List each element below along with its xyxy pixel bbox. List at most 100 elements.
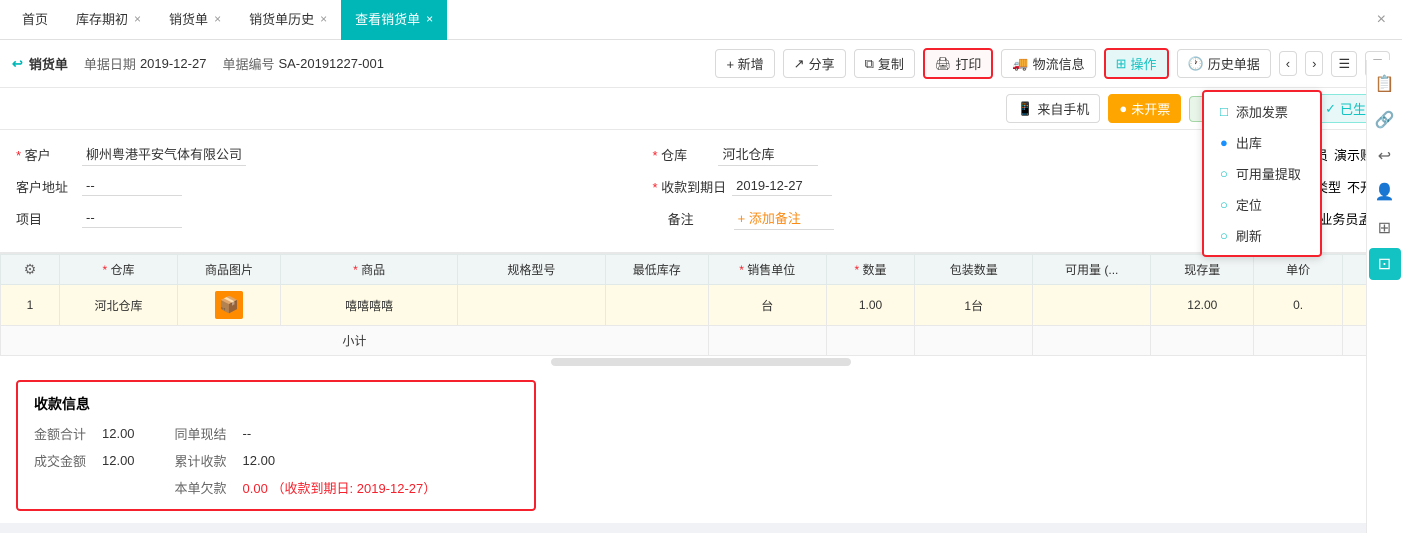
not-open-ticket-label: 未开票	[1131, 99, 1170, 118]
project-label: 项目	[16, 209, 76, 228]
owed-value: 0.00 （收款到期日: 2019-12-27）	[243, 478, 437, 497]
settings-gear-icon[interactable]: ⚙	[24, 261, 37, 277]
history-button[interactable]: 🕐 历史单据	[1177, 49, 1271, 78]
dropdown-refresh[interactable]: ○ 刷新	[1204, 220, 1320, 251]
tab-sales-order-close[interactable]: ×	[214, 12, 221, 26]
address-field: 客户地址 --	[16, 176, 652, 196]
dropdown-add-invoice[interactable]: □ 添加发票	[1204, 96, 1320, 127]
salesperson-label: 业务员孟	[1319, 209, 1371, 228]
operation-label: 操作	[1131, 54, 1157, 73]
subtotal-price	[1254, 326, 1342, 356]
prev-button[interactable]: ‹	[1279, 51, 1297, 76]
print-label: 打印	[955, 54, 981, 73]
row-price: 0.	[1254, 285, 1342, 326]
subtotal-stock	[1151, 326, 1254, 356]
project-value[interactable]: --	[82, 208, 182, 228]
tab-inventory-init[interactable]: 库存期初 ×	[62, 0, 155, 40]
tab-view-sales[interactable]: 查看销货单 ×	[341, 0, 447, 40]
warehouse-value[interactable]: 河北仓库	[718, 142, 818, 166]
data-table: ⚙ 仓库 商品图片 商品 规格型号 最低库存 销售单位 数量 包装数量 可用量 …	[0, 254, 1402, 356]
customer-value[interactable]: 柳州粤港平安气体有限公司	[82, 142, 246, 166]
right-panel-btn-4[interactable]: 👤	[1369, 176, 1401, 208]
tab-bar-close-icon[interactable]: ×	[1369, 11, 1394, 29]
next-button[interactable]: ›	[1305, 51, 1323, 76]
logistics-button[interactable]: 🚚 物流信息	[1001, 49, 1095, 78]
outbound-icon: ●	[1220, 135, 1228, 150]
new-button[interactable]: + 新增	[715, 49, 774, 78]
dropdown-locate[interactable]: ○ 定位	[1204, 189, 1320, 220]
share-button[interactable]: ↗ 分享	[783, 49, 846, 78]
tab-home[interactable]: 首页	[8, 0, 62, 40]
doc-meta: 单据日期 2019-12-27 单据编号 SA-20191227-001	[84, 54, 384, 73]
col-product: 商品	[281, 255, 458, 285]
payment-info-title: 收款信息	[34, 394, 518, 414]
operations-dropdown: □ 添加发票 ● 出库 ○ 可用量提取 ○ 定位 ○ 刷新	[1202, 90, 1322, 257]
available-extract-icon: ○	[1220, 166, 1228, 181]
col-image: 商品图片	[177, 255, 280, 285]
not-open-ticket-icon: ●	[1119, 101, 1127, 116]
list-view-button[interactable]: ☰	[1331, 51, 1357, 77]
add-note-btn[interactable]: + 添加备注	[734, 206, 834, 230]
dropdown-available-extract[interactable]: ○ 可用量提取	[1204, 158, 1320, 189]
dropdown-outbound[interactable]: ● 出库	[1204, 127, 1320, 158]
col-unit: 销售单位	[708, 255, 826, 285]
not-open-ticket-button[interactable]: ● 未开票	[1108, 94, 1181, 123]
doc-date-field: 单据日期 2019-12-27	[84, 54, 207, 73]
tab-sales-order-history-close[interactable]: ×	[320, 12, 327, 26]
phone-icon: 📱	[1017, 101, 1033, 117]
right-panel-btn-1[interactable]: 📋	[1369, 68, 1401, 100]
copy-button[interactable]: ⧉ 复制	[854, 49, 915, 78]
cumulative-row: 累计收款 12.00	[175, 451, 437, 470]
tab-sales-order[interactable]: 销货单 ×	[155, 0, 235, 40]
address-label: 客户地址	[16, 177, 76, 196]
tab-inventory-init-close[interactable]: ×	[134, 12, 141, 26]
from-phone-button[interactable]: 📱 来自手机	[1006, 94, 1100, 123]
table-header-row: ⚙ 仓库 商品图片 商品 规格型号 最低库存 销售单位 数量 包装数量 可用量 …	[1, 255, 1402, 285]
right-panel-btn-6[interactable]: ⊡	[1369, 248, 1401, 280]
row-image: 📦	[177, 285, 280, 326]
refresh-icon: ○	[1220, 228, 1228, 243]
doc-type-label: 销货单	[29, 54, 68, 73]
doc-number-field: 单据编号 SA-20191227-001	[222, 54, 384, 73]
subtotal-qty	[826, 326, 914, 356]
outbound-label: 出库	[1236, 133, 1262, 152]
payment-date-value[interactable]: 2019-12-27	[732, 176, 832, 196]
share-icon: ↗	[794, 56, 805, 72]
logistics-icon: 🚚	[1012, 56, 1028, 72]
subtotal-pkg	[915, 326, 1033, 356]
col-quantity: 数量	[826, 255, 914, 285]
doc-type-icon: ↩	[12, 56, 23, 72]
locate-icon: ○	[1220, 197, 1228, 212]
same-order-label: 同单现结	[175, 424, 235, 443]
locate-label: 定位	[1236, 195, 1262, 214]
tab-sales-order-label: 销货单	[169, 9, 208, 28]
col-spec: 规格型号	[458, 255, 605, 285]
doc-date-label: 单据日期	[84, 54, 136, 73]
tab-sales-order-history[interactable]: 销货单历史 ×	[235, 0, 341, 40]
row-quantity: 1.00	[826, 285, 914, 326]
address-value[interactable]: --	[82, 176, 182, 196]
operation-button[interactable]: ⊞ 操作	[1104, 48, 1169, 79]
copy-icon: ⧉	[865, 56, 874, 72]
customer-field: 客户 柳州粤港平安气体有限公司	[16, 142, 652, 166]
payment-date-label: 收款到期日	[652, 177, 726, 196]
warehouse-label: 仓库	[652, 145, 712, 164]
owed-row: 本单欠款 0.00 （收款到期日: 2019-12-27）	[175, 478, 437, 497]
prev-icon: ‹	[1286, 56, 1290, 71]
horizontal-scrollbar[interactable]	[551, 358, 851, 366]
right-panel-btn-3[interactable]: ↩	[1369, 140, 1401, 172]
row-stock: 12.00	[1151, 285, 1254, 326]
tab-view-sales-close[interactable]: ×	[426, 12, 433, 26]
row-seq: 1	[1, 285, 60, 326]
row-warehouse: 河北仓库	[59, 285, 177, 326]
right-panel-btn-5[interactable]: ⊞	[1369, 212, 1401, 244]
from-phone-label: 来自手机	[1037, 99, 1089, 118]
doc-header: ↩ 销货单 单据日期 2019-12-27 单据编号 SA-20191227-0…	[0, 40, 1402, 88]
print-button[interactable]: 🖨 打印	[923, 48, 994, 79]
right-panel-btn-2[interactable]: 🔗	[1369, 104, 1401, 136]
available-extract-label: 可用量提取	[1236, 164, 1301, 183]
tab-view-sales-label: 查看销货单	[355, 9, 420, 28]
doc-date-value: 2019-12-27	[140, 56, 207, 71]
col-settings[interactable]: ⚙	[1, 255, 60, 285]
note-label: 备注	[668, 209, 728, 228]
